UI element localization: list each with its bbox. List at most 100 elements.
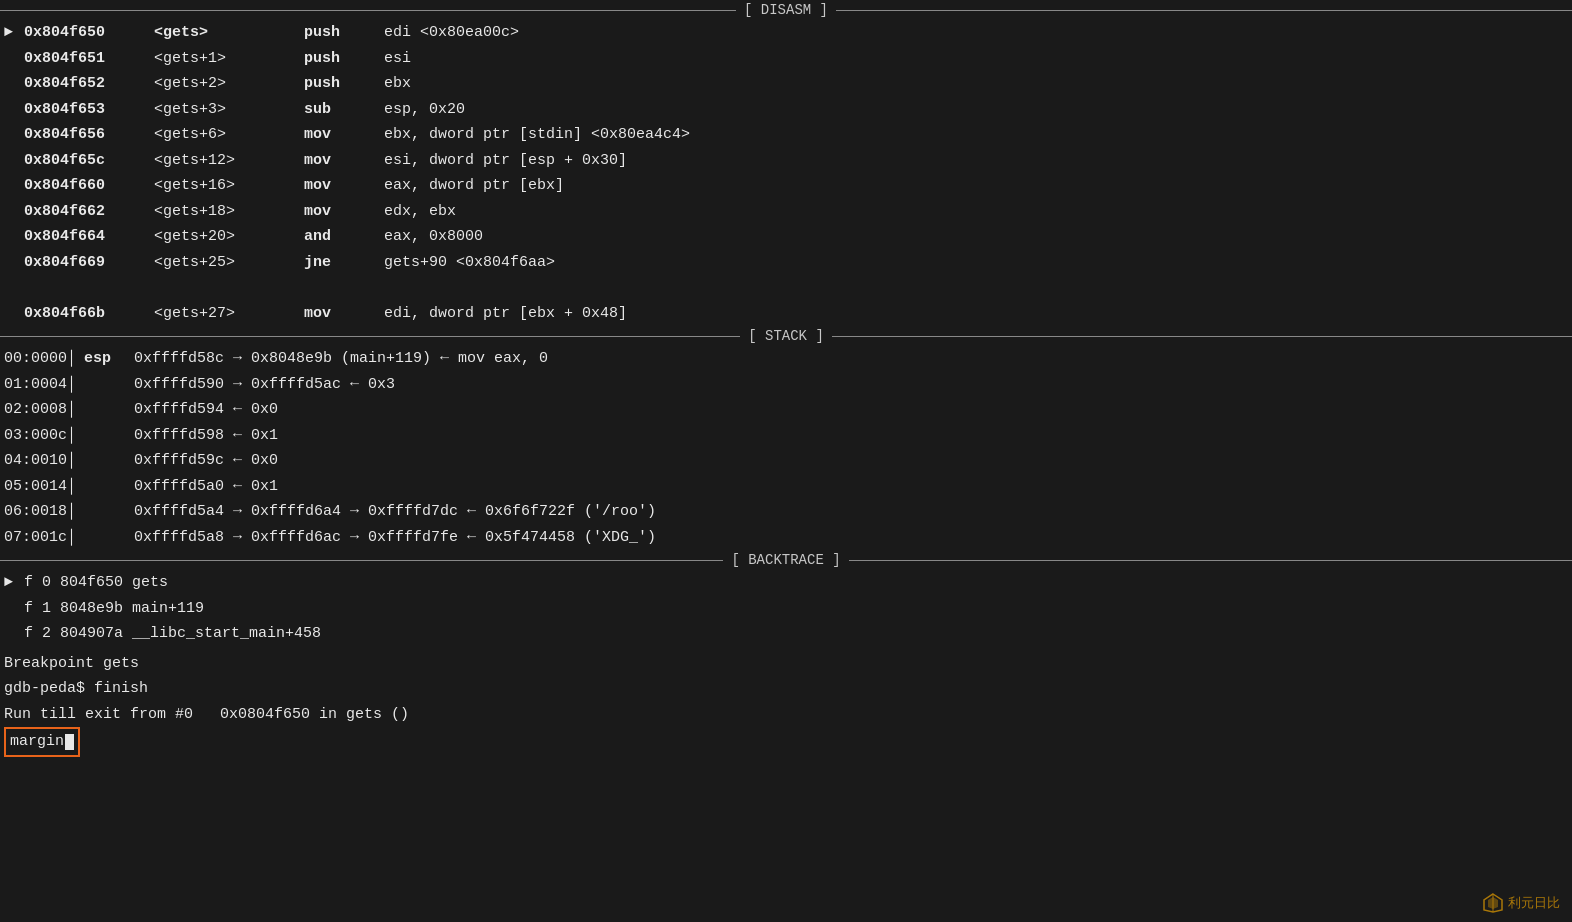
stack-content: 0xffffd59c ← 0x0: [134, 448, 1568, 474]
backtrace-header: [ BACKTRACE ]: [0, 550, 1572, 570]
disasm-section: [ DISASM ] ►0x804f650 <gets> pushedi <0x…: [0, 0, 1572, 326]
stack-row: 06:0018│ 0xffffd5a4 → 0xffffd6a4 → 0xfff…: [4, 499, 1568, 525]
disasm-mnemonic: push: [304, 20, 384, 46]
stack-row: 07:001c│ 0xffffd5a8 → 0xffffd6ac → 0xfff…: [4, 525, 1568, 551]
disasm-row: 0x804f656 <gets+6> movebx, dword ptr [st…: [4, 122, 1568, 148]
backtrace-row: ►f 0 804f650 gets: [4, 570, 1568, 596]
disasm-empty-row: [4, 275, 1568, 301]
stack-index: 06:0018│: [4, 499, 84, 525]
backtrace-header-line-left: [0, 560, 723, 561]
stack-section: [ STACK ] 00:0000│esp 0xffffd58c → 0x804…: [0, 326, 1572, 550]
disasm-operands: eax, 0x8000: [384, 224, 1568, 250]
disasm-row: 0x804f653 <gets+3> subesp, 0x20: [4, 97, 1568, 123]
stack-content: 0xffffd5a4 → 0xffffd6a4 → 0xffffd7dc ← 0…: [134, 499, 1568, 525]
stack-row: 03:000c│ 0xffffd598 ← 0x1: [4, 423, 1568, 449]
disasm-operands: ebx: [384, 71, 1568, 97]
stack-index: 07:001c│: [4, 525, 84, 551]
backtrace-row: f 1 8048e9b main+119: [4, 596, 1568, 622]
input-text: margin: [10, 729, 64, 755]
disasm-mnemonic: mov: [304, 148, 384, 174]
disasm-header-line-right: [836, 10, 1572, 11]
disasm-row: 0x804f664 <gets+20> andeax, 0x8000: [4, 224, 1568, 250]
disasm-func: <gets+20>: [154, 224, 304, 250]
disasm-address: 0x804f653: [24, 97, 154, 123]
disasm-operands: ebx, dword ptr [stdin] <0x80ea4c4>: [384, 122, 1568, 148]
disasm-operands: gets+90 <0x804f6aa>: [384, 250, 1568, 276]
disasm-mnemonic: sub: [304, 97, 384, 123]
disasm-func: <gets>: [154, 20, 304, 46]
disasm-func: <gets+2>: [154, 71, 304, 97]
stack-row: 02:0008│ 0xffffd594 ← 0x0: [4, 397, 1568, 423]
disasm-mnemonic: push: [304, 46, 384, 72]
stack-content: 0xffffd58c → 0x8048e9b (main+119) ← mov …: [134, 346, 1568, 372]
backtrace-section: [ BACKTRACE ] ►f 0 804f650 gets f 1 8048…: [0, 550, 1572, 647]
disasm-func: <gets+3>: [154, 97, 304, 123]
stack-row: 00:0000│esp 0xffffd58c → 0x8048e9b (main…: [4, 346, 1568, 372]
bt-content: f 1 8048e9b main+119: [24, 596, 1568, 622]
disasm-address: 0x804f652: [24, 71, 154, 97]
disasm-address: 0x804f650: [24, 20, 154, 46]
stack-content: 0xffffd594 ← 0x0: [134, 397, 1568, 423]
disasm-operands: eax, dword ptr [ebx]: [384, 173, 1568, 199]
backtrace-header-title: [ BACKTRACE ]: [723, 552, 848, 568]
command-input[interactable]: margin: [4, 727, 80, 757]
stack-register: esp: [84, 346, 134, 372]
stack-header: [ STACK ]: [0, 326, 1572, 346]
stack-header-title: [ STACK ]: [740, 328, 832, 344]
watermark-text: 利元日比: [1508, 894, 1560, 912]
bt-content: f 0 804f650 gets: [24, 570, 1568, 596]
disasm-header: [ DISASM ]: [0, 0, 1572, 20]
stack-header-line-left: [0, 336, 740, 337]
cursor: [65, 734, 74, 750]
disasm-func: <gets+12>: [154, 148, 304, 174]
stack-content: 0xffffd590 → 0xffffd5ac ← 0x3: [134, 372, 1568, 398]
disasm-mnemonic: jne: [304, 250, 384, 276]
stack-row: 05:0014│ 0xffffd5a0 ← 0x1: [4, 474, 1568, 500]
disasm-address: 0x804f662: [24, 199, 154, 225]
disasm-mnemonic: mov: [304, 301, 384, 327]
disasm-operands: edi <0x80ea00c>: [384, 20, 1568, 46]
disasm-arrow: ►: [4, 20, 24, 46]
disasm-address: 0x804f660: [24, 173, 154, 199]
stack-header-line-right: [832, 336, 1572, 337]
disasm-table: ►0x804f650 <gets> pushedi <0x80ea00c> 0x…: [0, 20, 1572, 326]
stack-content: 0xffffd5a8 → 0xffffd6ac → 0xffffd7fe ← 0…: [134, 525, 1568, 551]
disasm-operands: esi: [384, 46, 1568, 72]
disasm-address: 0x804f66b: [24, 301, 154, 327]
stack-index: 03:000c│: [4, 423, 84, 449]
disasm-func: <gets+18>: [154, 199, 304, 225]
prompt-line: margin: [4, 727, 1568, 757]
stack-row: 04:0010│ 0xffffd59c ← 0x0: [4, 448, 1568, 474]
command-line: Breakpoint gets: [4, 651, 1568, 677]
stack-content: 0xffffd598 ← 0x1: [134, 423, 1568, 449]
command-line: gdb-peda$ finish: [4, 676, 1568, 702]
bt-arrow: ►: [4, 570, 24, 596]
backtrace-row: f 2 804907a __libc_start_main+458: [4, 621, 1568, 647]
disasm-row: 0x804f652 <gets+2> pushebx: [4, 71, 1568, 97]
disasm-func: <gets+27>: [154, 301, 304, 327]
stack-content: 0xffffd5a0 ← 0x1: [134, 474, 1568, 500]
command-line: Run till exit from #0 0x0804f650 in gets…: [4, 702, 1568, 728]
disasm-mnemonic: push: [304, 71, 384, 97]
disasm-row: 0x804f669 <gets+25> jnegets+90 <0x804f6a…: [4, 250, 1568, 276]
disasm-row: 0x804f65c <gets+12> movesi, dword ptr [e…: [4, 148, 1568, 174]
disasm-func: <gets+25>: [154, 250, 304, 276]
disasm-func: <gets+1>: [154, 46, 304, 72]
backtrace-table: ►f 0 804f650 gets f 1 8048e9b main+119 f…: [0, 570, 1572, 647]
disasm-row: ►0x804f650 <gets> pushedi <0x80ea00c>: [4, 20, 1568, 46]
disasm-operands: esi, dword ptr [esp + 0x30]: [384, 148, 1568, 174]
disasm-mnemonic: mov: [304, 122, 384, 148]
stack-table: 00:0000│esp 0xffffd58c → 0x8048e9b (main…: [0, 346, 1572, 550]
command-section: Breakpoint getsgdb-peda$ finishRun till …: [0, 647, 1572, 923]
watermark: 利元日比: [1482, 892, 1560, 914]
disasm-mnemonic: and: [304, 224, 384, 250]
stack-index: 01:0004│: [4, 372, 84, 398]
disasm-row: 0x804f660 <gets+16> moveax, dword ptr [e…: [4, 173, 1568, 199]
disasm-row: 0x804f662 <gets+18> movedx, ebx: [4, 199, 1568, 225]
stack-index: 05:0014│: [4, 474, 84, 500]
bt-content: f 2 804907a __libc_start_main+458: [24, 621, 1568, 647]
disasm-row: 0x804f651 <gets+1> pushesi: [4, 46, 1568, 72]
disasm-mnemonic: mov: [304, 173, 384, 199]
terminal-window: [ DISASM ] ►0x804f650 <gets> pushedi <0x…: [0, 0, 1572, 922]
disasm-operands: edi, dword ptr [ebx + 0x48]: [384, 301, 1568, 327]
